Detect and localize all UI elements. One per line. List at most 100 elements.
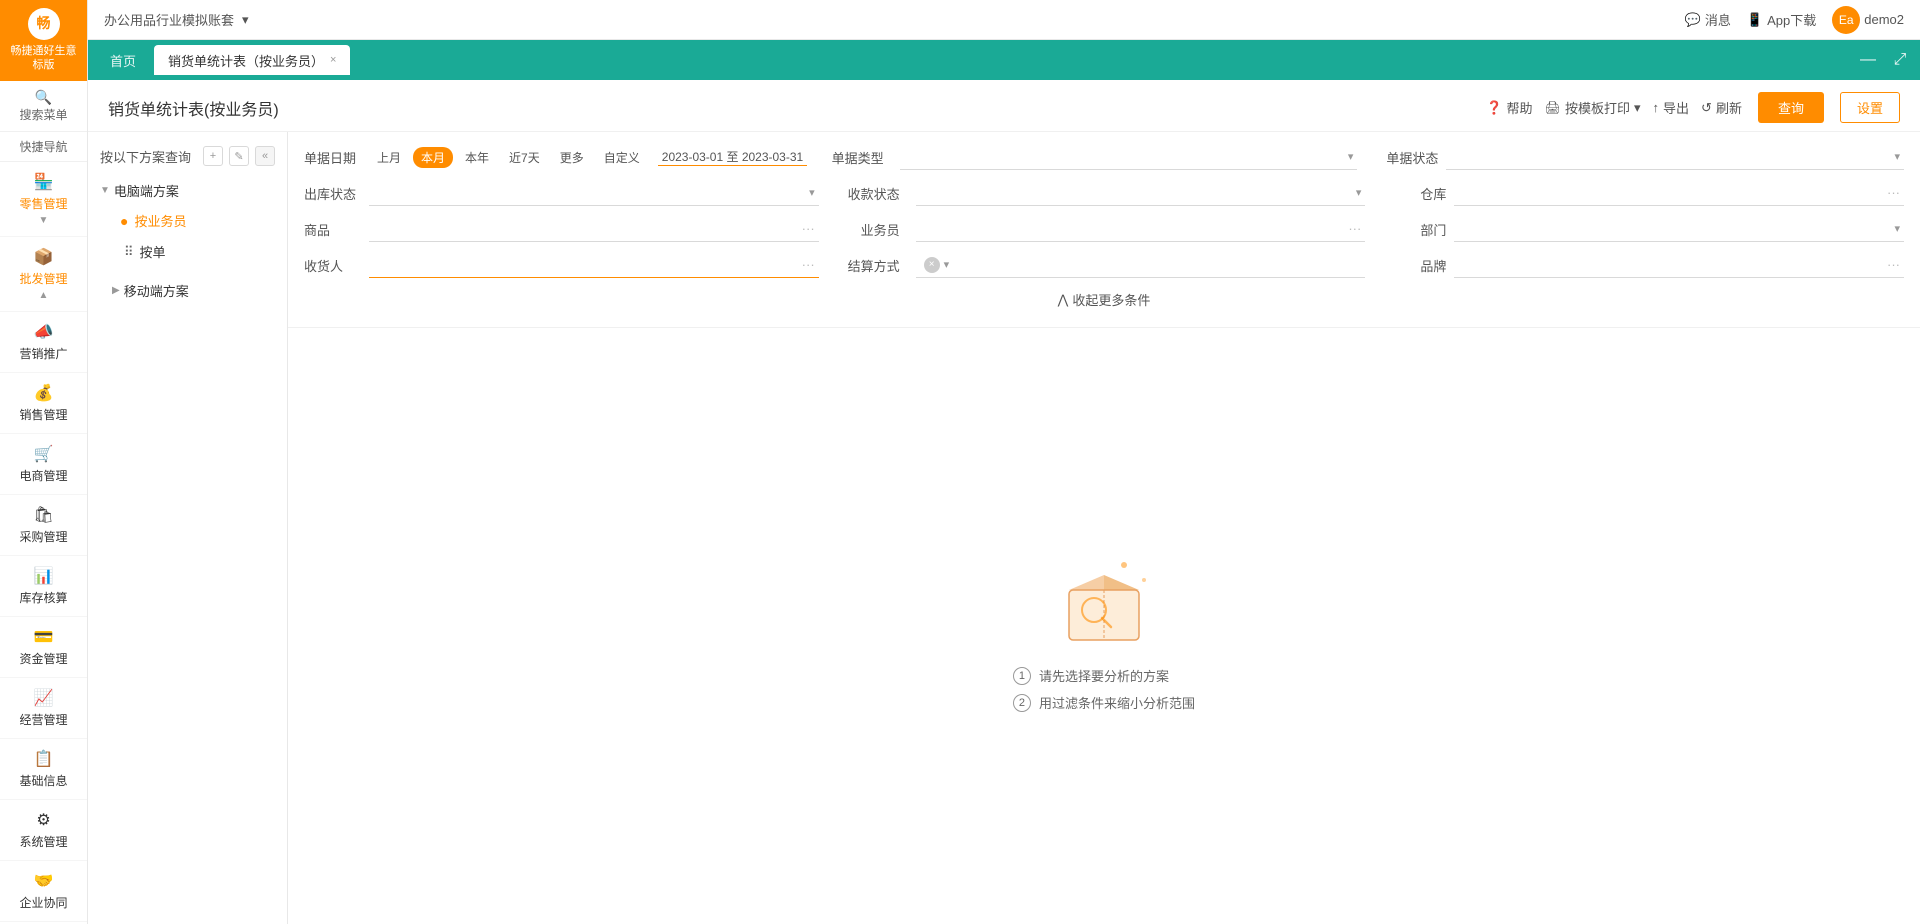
scheme-group-mobile-header[interactable]: ▶ 移动端方案 — [88, 275, 287, 306]
empty-hint-1: 1 请先选择要分析的方案 — [1013, 666, 1195, 685]
refresh-label: 刷新 — [1716, 98, 1742, 117]
scheme-group-desktop: ▼ 电脑端方案 ● 按业务员 ⠿ 按单 — [88, 172, 287, 271]
breadcrumb-text: 办公用品行业模拟账套 — [104, 10, 234, 29]
layout-body: 按以下方案查询 + ✎ « ▼ — [88, 132, 1920, 924]
date-tab-custom[interactable]: 自定义 — [596, 147, 648, 168]
scheme-edit-button[interactable]: ✎ — [229, 146, 249, 166]
date-tab-this-year[interactable]: 本年 — [457, 147, 497, 168]
breadcrumb-arrow[interactable]: ▾ — [242, 12, 249, 28]
sidebar-item-basic[interactable]: 📋 基础信息 — [0, 739, 87, 800]
settlement-clear-button[interactable]: × — [924, 257, 940, 273]
doc-status-input[interactable]: ▾ — [1446, 144, 1904, 170]
payment-status-input[interactable]: ▾ — [916, 180, 1366, 206]
date-tab-more[interactable]: 更多 — [552, 147, 592, 168]
print-arrow-icon: ▾ — [1634, 100, 1641, 116]
setting-button[interactable]: 设置 — [1840, 92, 1900, 123]
department-input[interactable]: ▾ — [1454, 216, 1904, 242]
search-menu-label: 搜索菜单 — [6, 106, 81, 123]
sidebar-item-enterprise[interactable]: 🤝 企业协同 — [0, 861, 87, 922]
page-actions: ❓ 帮助 🖨 按模板打印 ▾ ↑ 导出 ↺ 刷新 — [1486, 98, 1742, 117]
sidebar-item-inventory[interactable]: 📊 库存核算 — [0, 556, 87, 617]
empty-illustration — [1039, 540, 1169, 650]
sidebar-item-sales[interactable]: 💰 销售管理 — [0, 373, 87, 434]
search-icon: 🔍 — [6, 89, 81, 106]
scheme-add-button[interactable]: + — [203, 146, 223, 166]
collapse-icon: « — [262, 150, 268, 162]
page-header: 销货单统计表(按业务员) ❓ 帮助 🖨 按模板打印 ▾ ↑ 导出 — [88, 80, 1920, 132]
hint-num-1: 1 — [1013, 667, 1031, 685]
salesperson-input[interactable]: ··· — [916, 216, 1366, 242]
doc-type-label: 单据类型 — [819, 148, 884, 167]
brand-label: 品牌 — [1381, 256, 1446, 275]
product-input[interactable]: ··· — [369, 216, 819, 242]
print-icon: 🖨 — [1544, 100, 1561, 116]
tabs-actions: — ⤢ — [1856, 48, 1912, 72]
logo-icon: 畅 — [28, 8, 60, 40]
date-tab-7days[interactable]: 近7天 — [501, 147, 548, 168]
sidebar-item-retail[interactable]: 🏪 零售管理 ▼ — [0, 162, 87, 237]
quick-nav-item[interactable]: 快捷导航 — [0, 132, 87, 162]
app-download-button[interactable]: 📱 App下载 — [1747, 10, 1816, 29]
main-area: 办公用品行业模拟账套 ▾ 💬 消息 📱 App下载 Ea demo2 首页 — [88, 0, 1920, 924]
sidebar-item-finance[interactable]: 💳 资金管理 — [0, 617, 87, 678]
export-button[interactable]: ↑ 导出 — [1653, 98, 1690, 117]
marketing-icon: 📣 — [34, 322, 54, 342]
scheme-collapse-button[interactable]: « — [255, 146, 275, 166]
sidebar-item-label: 电商管理 — [19, 467, 67, 484]
date-label: 单据日期 — [304, 148, 369, 167]
tab-minimize-button[interactable]: — — [1856, 48, 1880, 72]
scheme-item-doc[interactable]: ⠿ 按单 — [88, 236, 287, 267]
hint-text-2: 用过滤条件来缩小分析范围 — [1039, 693, 1195, 712]
out-status-input[interactable]: ▾ — [369, 180, 819, 206]
scheme-group-desktop-header[interactable]: ▼ 电脑端方案 — [88, 176, 287, 205]
sidebar-item-ecommerce[interactable]: 🛒 电商管理 — [0, 434, 87, 495]
sidebar-item-purchase[interactable]: 🛍 采购管理 — [0, 495, 87, 556]
doc-type-input[interactable]: ▾ — [900, 144, 1358, 170]
help-button[interactable]: ❓ 帮助 — [1486, 98, 1532, 117]
tab-maximize-button[interactable]: ⤢ — [1888, 48, 1912, 72]
sidebar-item-label: 资金管理 — [19, 650, 67, 667]
warehouse-label: 仓库 — [1381, 184, 1446, 203]
receiver-input[interactable]: ··· — [369, 252, 819, 278]
tab-home[interactable]: 首页 — [96, 45, 150, 75]
sidebar-item-label: 系统管理 — [19, 833, 67, 850]
tab-sales-stats[interactable]: 销货单统计表（按业务员） × — [154, 45, 350, 75]
sidebar-item-marketing[interactable]: 📣 营销推广 — [0, 312, 87, 373]
sidebar-item-label: 库存核算 — [19, 589, 67, 606]
sidebar-item-wholesale[interactable]: 📦 批发管理 ▲ — [0, 237, 87, 312]
collapse-filters-button[interactable]: ⋀ 收起更多条件 — [304, 284, 1904, 315]
sidebar-item-system[interactable]: ⚙ 系统管理 — [0, 800, 87, 861]
date-tab-this-month[interactable]: 本月 — [413, 147, 453, 168]
scheme-item-salesperson[interactable]: ● 按业务员 — [88, 205, 287, 236]
date-tab-last-month[interactable]: 上月 — [369, 147, 409, 168]
sidebar-item-label: 批发管理 — [19, 270, 67, 287]
user-profile[interactable]: Ea demo2 — [1832, 6, 1904, 34]
finance-icon: 💳 — [34, 627, 54, 647]
refresh-button[interactable]: ↺ 刷新 — [1701, 98, 1742, 117]
sidebar-item-operations[interactable]: 📈 经营管理 — [0, 678, 87, 739]
empty-hint-2: 2 用过滤条件来缩小分析范围 — [1013, 693, 1195, 712]
empty-hints: 1 请先选择要分析的方案 2 用过滤条件来缩小分析范围 — [1013, 666, 1195, 712]
basic-icon: 📋 — [34, 749, 54, 769]
logo[interactable]: 畅 畅捷通好生意 标版 — [0, 0, 87, 81]
tab-close-icon[interactable]: × — [330, 54, 336, 66]
template-print-button[interactable]: 🖨 按模板打印 ▾ — [1544, 98, 1640, 117]
filter-row-2: 出库状态 ▾ 收款状态 ▾ 仓库 ··· — [304, 180, 1904, 206]
receiver-dots-icon: ··· — [802, 257, 815, 272]
message-icon: 💬 — [1685, 12, 1701, 28]
scheme-group-mobile: ▶ 移动端方案 — [88, 271, 287, 310]
brand-input[interactable]: ··· — [1454, 252, 1904, 278]
message-button[interactable]: 💬 消息 — [1685, 10, 1731, 29]
doc-type-arrow-icon: ▾ — [1348, 150, 1354, 163]
doc-scheme-icon: ⠿ — [124, 244, 134, 260]
search-menu-item[interactable]: 🔍 搜索菜单 — [0, 81, 87, 132]
header-right: 💬 消息 📱 App下载 Ea demo2 — [1685, 6, 1904, 34]
retail-icon: 🏪 — [34, 172, 54, 192]
avatar-text: Ea — [1839, 13, 1854, 27]
out-status-label: 出库状态 — [304, 184, 369, 203]
scheme-header: 按以下方案查询 + ✎ « — [88, 140, 287, 172]
query-button[interactable]: 查询 — [1758, 92, 1824, 123]
warehouse-input[interactable]: ··· — [1454, 180, 1904, 206]
settlement-input[interactable]: × ▾ — [916, 252, 1366, 278]
receiver-label: 收货人 — [304, 256, 369, 275]
